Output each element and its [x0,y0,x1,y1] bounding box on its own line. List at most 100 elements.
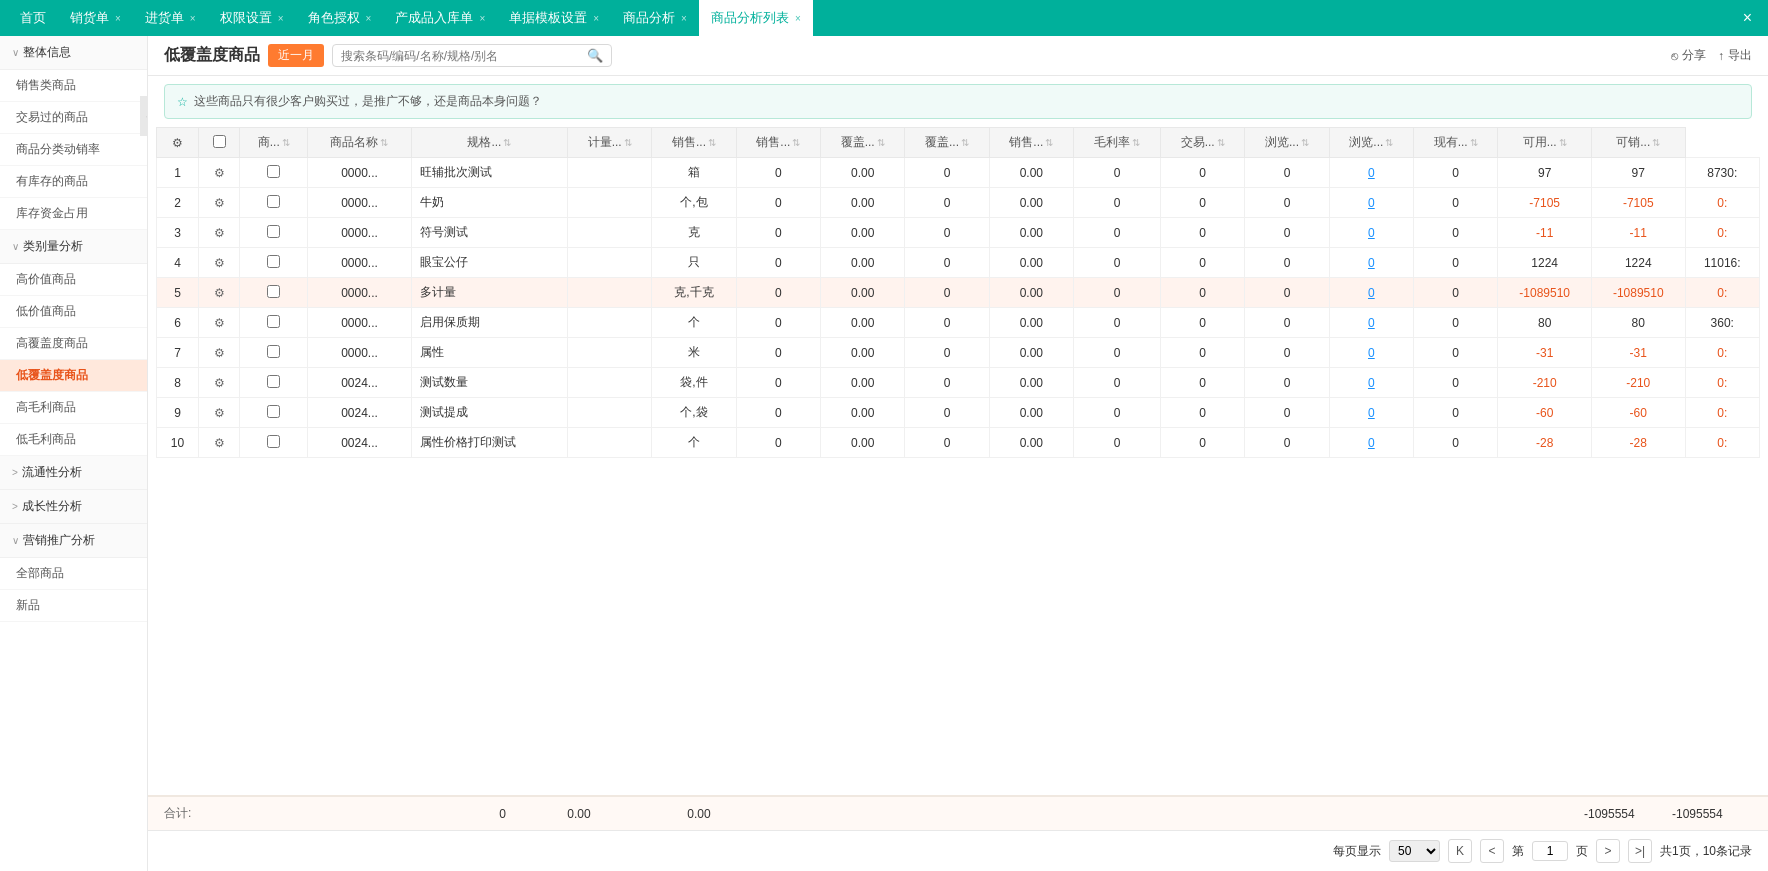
sidebar-item-sales-products[interactable]: 销售类商品 [0,70,147,102]
current-column-header[interactable]: 现有...⇅ [1414,128,1498,158]
close-icon[interactable]: × [278,13,284,24]
close-icon[interactable]: × [593,13,599,24]
close-icon[interactable]: × [366,13,372,24]
search-input[interactable] [341,49,587,63]
prev-page-button[interactable]: < [1480,839,1504,863]
coverage2-column-header[interactable]: 覆盖...⇅ [905,128,989,158]
row-browse1[interactable]: 0 [1329,278,1413,308]
last-page-button[interactable]: >| [1628,839,1652,863]
row-checkbox[interactable] [240,248,308,278]
sales-amt-column-header[interactable]: 销售...⇅ [736,128,820,158]
select-all-checkbox[interactable] [213,135,226,148]
nav-purchase-order[interactable]: 进货单 × [133,0,208,36]
row-coverage1: 0 [905,398,989,428]
share-button[interactable]: ⎋ 分享 [1671,47,1706,64]
sellable-column-header[interactable]: 可销...⇅ [1591,128,1685,158]
close-icon[interactable]: × [115,13,121,24]
row-browse1[interactable]: 0 [1329,218,1413,248]
sidebar-item-inventory-products[interactable]: 有库存的商品 [0,166,147,198]
sales-qty-column-header[interactable]: 销售...⇅ [652,128,736,158]
row-settings-icon[interactable]: ⚙ [198,158,239,188]
row-settings-icon[interactable]: ⚙ [198,398,239,428]
sidebar-section-circulation[interactable]: > 流通性分析 [0,456,147,490]
row-checkbox[interactable] [240,398,308,428]
close-icon[interactable]: × [479,13,485,24]
name-column-header[interactable]: 商品名称⇅ [308,128,412,158]
sales2-column-header[interactable]: 销售...⇅ [989,128,1073,158]
sidebar-item-low-value[interactable]: 低价值商品 [0,296,147,328]
sidebar-section-overall[interactable]: ∨ 整体信息 [0,36,147,70]
row-checkbox[interactable] [240,218,308,248]
row-checkbox[interactable] [240,278,308,308]
first-page-button[interactable]: K [1448,839,1472,863]
time-filter-button[interactable]: 近一月 [268,44,324,67]
sidebar-item-all-products[interactable]: 全部商品 [0,558,147,590]
table-container[interactable]: ⚙ 商...⇅ 商品名称⇅ 规格...⇅ 计量...⇅ 销售...⇅ 销售...… [156,127,1760,795]
browse1-column-header[interactable]: 浏览...⇅ [1245,128,1329,158]
row-checkbox[interactable] [240,428,308,458]
row-browse1[interactable]: 0 [1329,368,1413,398]
page-number-input[interactable] [1532,841,1568,861]
export-button[interactable]: ↑ 导出 [1718,47,1752,64]
row-browse1[interactable]: 0 [1329,398,1413,428]
nav-home[interactable]: 首页 [8,0,58,36]
chevron-right-icon: > [12,467,18,478]
sidebar-item-high-margin[interactable]: 高毛利商品 [0,392,147,424]
row-browse1[interactable]: 0 [1329,188,1413,218]
row-checkbox[interactable] [240,368,308,398]
sidebar-item-category-sales-rate[interactable]: 商品分类动销率 [0,134,147,166]
row-browse1[interactable]: 0 [1329,248,1413,278]
row-checkbox[interactable] [240,338,308,368]
nav-sales-order[interactable]: 销货单 × [58,0,133,36]
nav-permission-settings[interactable]: 权限设置 × [208,0,296,36]
close-icon[interactable]: × [681,13,687,24]
unit-column-header[interactable]: 计量...⇅ [568,128,652,158]
nav-role-auth[interactable]: 角色授权 × [296,0,384,36]
window-close-button[interactable]: × [1735,9,1760,27]
header-actions: ⎋ 分享 ↑ 导出 [1671,47,1752,64]
nav-product-analysis[interactable]: 商品分析 × [611,0,699,36]
row-checkbox[interactable] [240,158,308,188]
per-page-select[interactable]: 50 20 100 [1389,840,1440,862]
close-icon[interactable]: × [190,13,196,24]
sidebar-item-inventory-capital[interactable]: 库存资金占用 [0,198,147,230]
spec-column-header[interactable]: 规格...⇅ [411,128,567,158]
sidebar-section-marketing[interactable]: ∨ 营销推广分析 [0,524,147,558]
sidebar-item-traded-products[interactable]: 交易过的商品 [0,102,147,134]
trade-column-header[interactable]: 交易...⇅ [1161,128,1245,158]
browse2-column-header[interactable]: 浏览...⇅ [1329,128,1413,158]
code-column-header[interactable]: 商...⇅ [240,128,308,158]
checkbox-column-header[interactable] [198,128,239,158]
row-settings-icon[interactable]: ⚙ [198,278,239,308]
close-icon[interactable]: × [795,13,801,24]
nav-product-storage[interactable]: 产成品入库单 × [383,0,497,36]
nav-product-analysis-list[interactable]: 商品分析列表 × [699,0,813,36]
sidebar-collapse-button[interactable]: « [140,96,148,136]
sidebar-item-low-margin[interactable]: 低毛利商品 [0,424,147,456]
available-column-header[interactable]: 可用...⇅ [1498,128,1592,158]
row-checkbox[interactable] [240,308,308,338]
sidebar-item-high-coverage[interactable]: 高覆盖度商品 [0,328,147,360]
settings-column-header[interactable]: ⚙ [157,128,199,158]
sidebar-section-growth[interactable]: > 成长性分析 [0,490,147,524]
row-browse1[interactable]: 0 [1329,338,1413,368]
sidebar-item-low-coverage[interactable]: 低覆盖度商品 [0,360,147,392]
coverage1-column-header[interactable]: 覆盖...⇅ [820,128,904,158]
gross-rate-column-header[interactable]: 毛利率⇅ [1073,128,1160,158]
sidebar-section-category[interactable]: ∨ 类别量分析 [0,230,147,264]
row-settings-icon[interactable]: ⚙ [198,428,239,458]
next-page-button[interactable]: > [1596,839,1620,863]
nav-template-settings[interactable]: 单据模板设置 × [497,0,611,36]
row-settings-icon[interactable]: ⚙ [198,308,239,338]
row-settings-icon[interactable]: ⚙ [198,188,239,218]
row-settings-icon[interactable]: ⚙ [198,368,239,398]
row-browse1[interactable]: 0 [1329,308,1413,338]
sidebar-item-new-products[interactable]: 新品 [0,590,147,622]
row-browse1[interactable]: 0 [1329,158,1413,188]
row-browse1[interactable]: 0 [1329,428,1413,458]
row-settings-icon[interactable]: ⚙ [198,248,239,278]
row-checkbox[interactable] [240,188,308,218]
row-settings-icon[interactable]: ⚙ [198,218,239,248]
row-settings-icon[interactable]: ⚙ [198,338,239,368]
sidebar-item-high-value[interactable]: 高价值商品 [0,264,147,296]
